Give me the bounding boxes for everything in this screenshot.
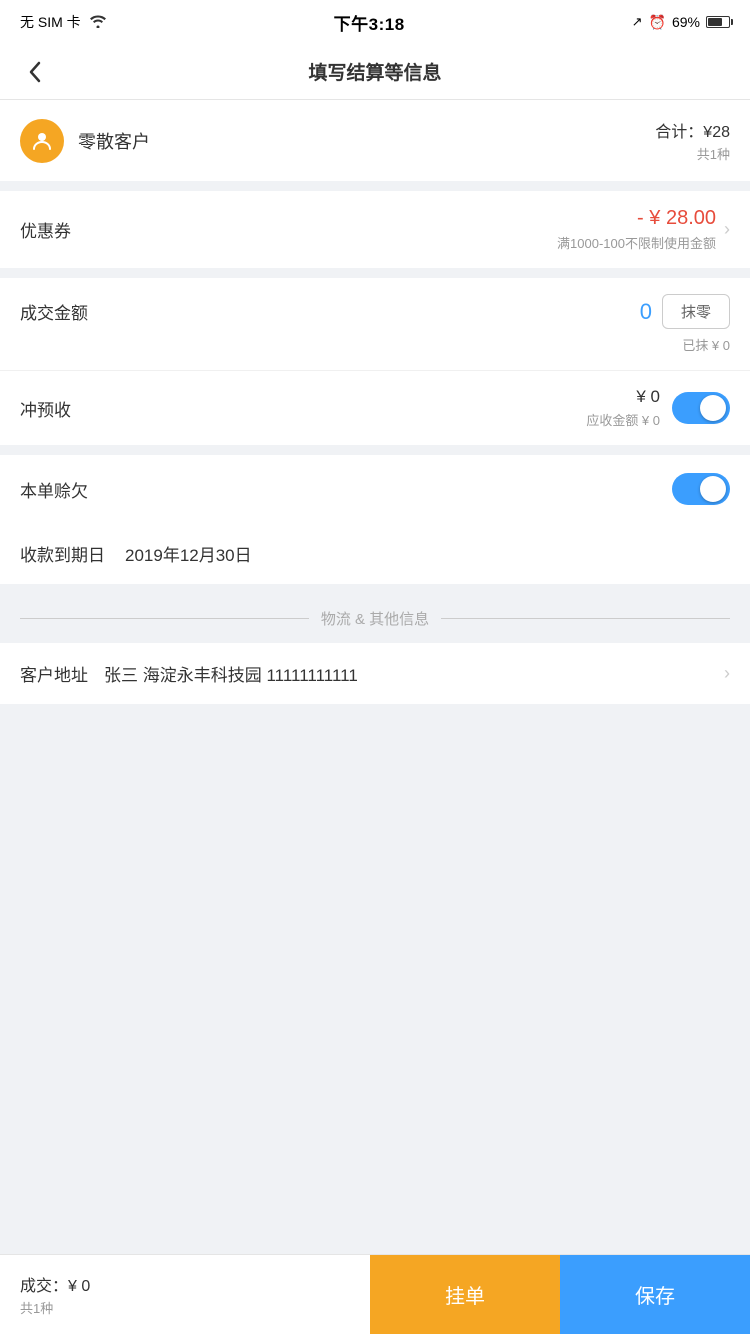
customer-total: 合计：¥28 bbox=[655, 118, 730, 142]
address-row[interactable]: 客户地址 张三 海淀永丰科技园 11111111111 › bbox=[0, 643, 750, 704]
bottom-bar: 成交：¥ 0 共1种 挂单 保存 bbox=[0, 1254, 750, 1334]
divider-line-right bbox=[441, 618, 730, 619]
customer-count: 共1种 bbox=[655, 144, 730, 163]
due-date-row: 收款到期日 2019年12月30日 bbox=[0, 523, 750, 584]
content: 零散客户 合计：¥28 共1种 优惠券 - ¥ 28.00 满1000-100不… bbox=[0, 100, 750, 804]
customer-right: 合计：¥28 共1种 bbox=[655, 118, 730, 163]
coupon-discount: - ¥ 28.00 bbox=[557, 207, 716, 230]
credit-toggle[interactable] bbox=[672, 473, 730, 505]
amount-label: 成交金额 bbox=[20, 299, 88, 324]
coupon-right: - ¥ 28.00 满1000-100不限制使用金额 bbox=[557, 207, 716, 252]
divider-line-left bbox=[20, 618, 309, 619]
bottom-deal-amount: 成交：¥ 0 bbox=[20, 1272, 350, 1296]
location-icon: ↗ bbox=[632, 14, 643, 30]
pre-receive-toggle[interactable] bbox=[672, 392, 730, 424]
status-time: 下午3:18 bbox=[334, 10, 405, 35]
credit-label: 本单赊欠 bbox=[20, 477, 88, 502]
address-value: 张三 海淀永丰科技园 11111111111 bbox=[104, 661, 716, 686]
status-bar: 无 SIM 卡 下午3:18 ↗ ⏰ 69% bbox=[0, 0, 750, 44]
coupon-label: 优惠券 bbox=[20, 217, 71, 242]
pre-receive-label: 冲预收 bbox=[20, 396, 71, 421]
logistics-divider: 物流 & 其他信息 bbox=[0, 594, 750, 643]
amount-bottom: 已抹 ¥ 0 bbox=[20, 333, 730, 354]
pre-receive-sub-value: 应收金额 ¥ 0 bbox=[586, 410, 660, 429]
customer-section: 零散客户 合计：¥28 共1种 bbox=[0, 100, 750, 181]
alarm-icon: ⏰ bbox=[649, 14, 666, 31]
credit-toggle-knob bbox=[700, 476, 726, 502]
amount-top: 成交金额 0 抹零 bbox=[20, 294, 730, 329]
customer-avatar bbox=[20, 119, 64, 163]
back-button[interactable] bbox=[20, 57, 50, 87]
due-date-value: 2019年12月30日 bbox=[125, 541, 252, 566]
address-chevron-icon: › bbox=[724, 663, 730, 684]
pre-receive-right: ¥ 0 应收金额 ¥ 0 bbox=[586, 387, 730, 429]
bottom-count: 共1种 bbox=[20, 1298, 350, 1317]
customer-left: 零散客户 bbox=[20, 119, 150, 163]
bottom-deal-value: ¥ 0 bbox=[68, 1278, 90, 1295]
nav-bar: 填写结算等信息 bbox=[0, 44, 750, 100]
coupon-row[interactable]: 优惠券 - ¥ 28.00 满1000-100不限制使用金额 › bbox=[0, 191, 750, 268]
toggle-knob bbox=[700, 395, 726, 421]
amount-value: 0 bbox=[640, 299, 652, 325]
user-avatar-icon bbox=[30, 129, 54, 153]
status-right: ↗ ⏰ 69% bbox=[632, 14, 730, 31]
battery-text: 69% bbox=[672, 14, 700, 30]
coupon-section: 优惠券 - ¥ 28.00 满1000-100不限制使用金额 › bbox=[0, 191, 750, 268]
amount-row: 成交金额 0 抹零 已抹 ¥ 0 bbox=[0, 278, 750, 371]
credit-row: 本单赊欠 bbox=[0, 455, 750, 523]
logistics-divider-inner: 物流 & 其他信息 bbox=[20, 608, 730, 629]
pre-receive-row: 冲预收 ¥ 0 应收金额 ¥ 0 bbox=[0, 371, 750, 445]
bottom-info: 成交：¥ 0 共1种 bbox=[0, 1272, 370, 1317]
bottom-deal-label: 成交： bbox=[20, 1278, 68, 1295]
coupon-description: 满1000-100不限制使用金额 bbox=[557, 233, 716, 252]
amount-sub: 已抹 ¥ 0 bbox=[682, 335, 730, 354]
coupon-chevron-icon: › bbox=[724, 219, 730, 240]
round-zero-button[interactable]: 抹零 bbox=[662, 294, 730, 329]
save-button[interactable]: 保存 bbox=[560, 1255, 750, 1334]
wifi-icon bbox=[89, 14, 107, 31]
pre-receive-values: ¥ 0 应收金额 ¥ 0 bbox=[586, 387, 660, 429]
address-label: 客户地址 bbox=[20, 661, 88, 686]
no-sim-text: 无 SIM 卡 bbox=[20, 12, 81, 32]
due-date-label: 收款到期日 bbox=[20, 541, 105, 566]
battery-icon bbox=[706, 16, 730, 28]
pending-button[interactable]: 挂单 bbox=[370, 1255, 560, 1334]
status-left: 无 SIM 卡 bbox=[20, 12, 107, 32]
amount-right: 0 抹零 bbox=[640, 294, 730, 329]
page-title: 填写结算等信息 bbox=[308, 58, 441, 85]
pre-receive-main-value: ¥ 0 bbox=[586, 387, 660, 407]
logistics-divider-text: 物流 & 其他信息 bbox=[321, 608, 429, 629]
transaction-section: 成交金额 0 抹零 已抹 ¥ 0 冲预收 ¥ 0 应收金额 ¥ 0 bbox=[0, 278, 750, 445]
customer-name: 零散客户 bbox=[78, 128, 150, 154]
address-section: 客户地址 张三 海淀永丰科技园 11111111111 › bbox=[0, 643, 750, 704]
credit-section: 本单赊欠 收款到期日 2019年12月30日 bbox=[0, 455, 750, 584]
